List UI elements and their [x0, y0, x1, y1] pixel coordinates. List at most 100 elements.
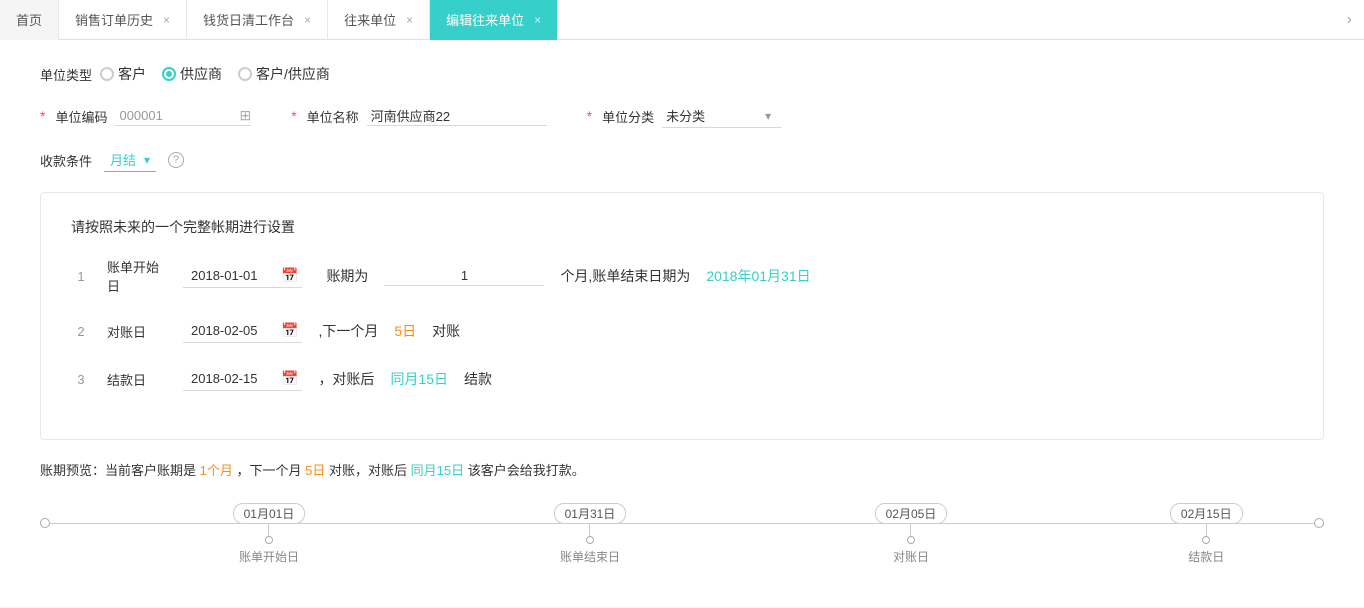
preview-middle: ，下一个月 — [237, 463, 302, 478]
tab-sales-history[interactable]: 销售订单历史 × — [59, 0, 187, 40]
tabs-bar: 首页 销售订单历史 × 钱货日清工作台 × 往来单位 × 编辑往来单位 × › — [0, 0, 1364, 40]
radio-customer-circle — [100, 67, 114, 81]
radio-supplier[interactable]: 供应商 — [162, 64, 222, 84]
node-3-badge: 02月05日 — [875, 503, 948, 524]
row-label-2: 对账日 — [107, 322, 167, 341]
preview-period: 1个月 — [200, 463, 233, 478]
setting-row-1: 1 账单开始日 📅 账期为 个月,账单结束日期为 2018年01月31日 — [71, 257, 1293, 295]
tab-edit-partner[interactable]: 编辑往来单位 × — [430, 0, 558, 40]
unit-name-input[interactable] — [367, 106, 547, 126]
node-1-label: 账单开始日 — [239, 548, 299, 565]
payment-suffix1: ，对账后 — [318, 369, 374, 389]
reconcile-day: 5日 — [394, 321, 416, 341]
unit-code-icon[interactable]: ⊞ — [239, 107, 251, 124]
tab-edit-partner-close[interactable]: × — [534, 13, 541, 27]
payment-help-icon[interactable]: ? — [168, 152, 184, 168]
unit-code-star: * — [40, 108, 45, 124]
payment-condition-label: 收款条件 — [40, 151, 92, 170]
radio-customer[interactable]: 客户 — [100, 64, 146, 84]
node-3-dot — [907, 536, 915, 544]
unit-type-radio-group: 客户 供应商 客户/供应商 — [100, 64, 330, 84]
row-num-2: 2 — [71, 324, 91, 339]
row-num-3: 3 — [71, 372, 91, 387]
reconcile-date-calendar-icon[interactable]: 📅 — [281, 322, 298, 339]
payment-condition-chevron: ▾ — [144, 153, 150, 167]
unit-code-input[interactable] — [115, 106, 235, 125]
unit-category-label: 单位分类 — [602, 107, 654, 126]
row-num-1: 1 — [71, 269, 91, 284]
unit-category-select[interactable]: 未分类 ▾ — [662, 104, 782, 128]
start-date-input-group: 📅 — [183, 264, 302, 288]
unit-info-row: * 单位编码 ⊞ * 单位名称 * 单位分类 未分类 ▾ — [40, 104, 1324, 128]
tab-sales-history-close[interactable]: × — [163, 13, 170, 27]
preview-prefix: 账期预览：当前客户账期是 — [40, 463, 196, 478]
timeline: 01月01日 账单开始日 01月31日 账单结束日 02月05日 对账日 02月… — [40, 503, 1324, 583]
reconcile-suffix2: 对账 — [432, 321, 460, 341]
setting-row-3: 3 结款日 📅 ，对账后 同月15日 结款 — [71, 367, 1293, 391]
start-date-calendar-icon[interactable]: 📅 — [281, 267, 298, 284]
tab-home-label: 首页 — [16, 10, 42, 29]
preview-suffix: 该客户会给我打款。 — [468, 463, 585, 478]
tab-partner-units-close[interactable]: × — [406, 13, 413, 27]
radio-both-circle — [238, 67, 252, 81]
period-month-label: 个月,账单结束日期为 — [560, 266, 690, 286]
node-1-badge: 01月01日 — [233, 503, 306, 524]
payment-condition-select[interactable]: 月结 ▾ — [104, 148, 156, 172]
preview-section: 账期预览：当前客户账期是 1个月 ，下一个月 5日 对账，对账后 同月15日 该… — [40, 460, 1324, 479]
row-label-3: 结款日 — [107, 370, 167, 389]
tab-partner-units-label: 往来单位 — [344, 10, 396, 29]
node-3-stem — [910, 524, 911, 536]
payment-date-calendar-icon[interactable]: 📅 — [281, 370, 298, 387]
unit-type-field: 单位类型 客户 供应商 客户/供应商 — [40, 64, 330, 84]
unit-name-star: * — [291, 108, 296, 124]
reconcile-date-input-group: 📅 — [183, 319, 302, 343]
setting-row-2: 2 对账日 📅 ,下一个月 5日 对账 — [71, 319, 1293, 343]
tabs-right-arrow[interactable]: › — [1335, 11, 1364, 29]
radio-supplier-circle — [162, 67, 176, 81]
reconcile-date-input[interactable] — [187, 321, 277, 340]
timeline-node-3: 02月05日 对账日 — [875, 503, 948, 565]
settings-card: 请按照未来的一个完整帐期进行设置 1 账单开始日 📅 账期为 个月,账单结束日期… — [40, 192, 1324, 440]
tab-cash-workbench-close[interactable]: × — [304, 13, 311, 27]
unit-code-input-wrapper: ⊞ — [115, 106, 251, 126]
node-2-stem — [589, 524, 590, 536]
preview-payment-day: 同月15日 — [411, 463, 464, 478]
timeline-end-dot — [1314, 518, 1324, 528]
reconcile-suffix1: ,下一个月 — [318, 321, 378, 341]
content-area: 单位类型 客户 供应商 客户/供应商 * 单位编码 — [0, 40, 1364, 607]
unit-name-field: * 单位名称 — [291, 106, 546, 126]
card-title: 请按照未来的一个完整帐期进行设置 — [71, 217, 1293, 237]
preview-middle2: 对账，对账后 — [329, 463, 407, 478]
period-for-label: 账期为 — [326, 266, 368, 286]
start-date-input[interactable] — [187, 266, 277, 285]
radio-both[interactable]: 客户/供应商 — [238, 64, 330, 84]
timeline-node-4: 02月15日 结款日 — [1170, 503, 1243, 565]
tab-cash-workbench-label: 钱货日清工作台 — [203, 10, 294, 29]
period-value-input[interactable] — [384, 266, 544, 286]
tab-edit-partner-label: 编辑往来单位 — [446, 10, 524, 29]
tab-home[interactable]: 首页 — [0, 0, 59, 40]
preview-reconcile-day: 5日 — [305, 463, 325, 478]
radio-customer-label: 客户 — [118, 64, 146, 84]
row-label-1: 账单开始日 — [107, 257, 167, 295]
timeline-node-1: 01月01日 账单开始日 — [233, 503, 306, 565]
unit-category-chevron: ▾ — [765, 109, 771, 123]
radio-both-label: 客户/供应商 — [256, 64, 330, 84]
timeline-node-2: 01月31日 账单结束日 — [554, 503, 627, 565]
payment-condition-row: 收款条件 月结 ▾ ? — [40, 148, 1324, 172]
tab-cash-workbench[interactable]: 钱货日清工作台 × — [187, 0, 328, 40]
unit-type-row: 单位类型 客户 供应商 客户/供应商 — [40, 64, 1324, 84]
unit-code-label: 单位编码 — [55, 107, 107, 126]
payment-condition-value: 月结 — [110, 150, 136, 169]
timeline-start-dot — [40, 518, 50, 528]
tab-partner-units[interactable]: 往来单位 × — [328, 0, 430, 40]
radio-supplier-label: 供应商 — [180, 64, 222, 84]
payment-day: 同月15日 — [390, 369, 448, 389]
unit-category-value: 未分类 — [666, 106, 705, 125]
node-4-badge: 02月15日 — [1170, 503, 1243, 524]
node-4-stem — [1206, 524, 1207, 536]
node-3-label: 对账日 — [893, 548, 929, 565]
payment-date-input[interactable] — [187, 369, 277, 388]
node-2-label: 账单结束日 — [560, 548, 620, 565]
unit-category-field: * 单位分类 未分类 ▾ — [587, 104, 782, 128]
